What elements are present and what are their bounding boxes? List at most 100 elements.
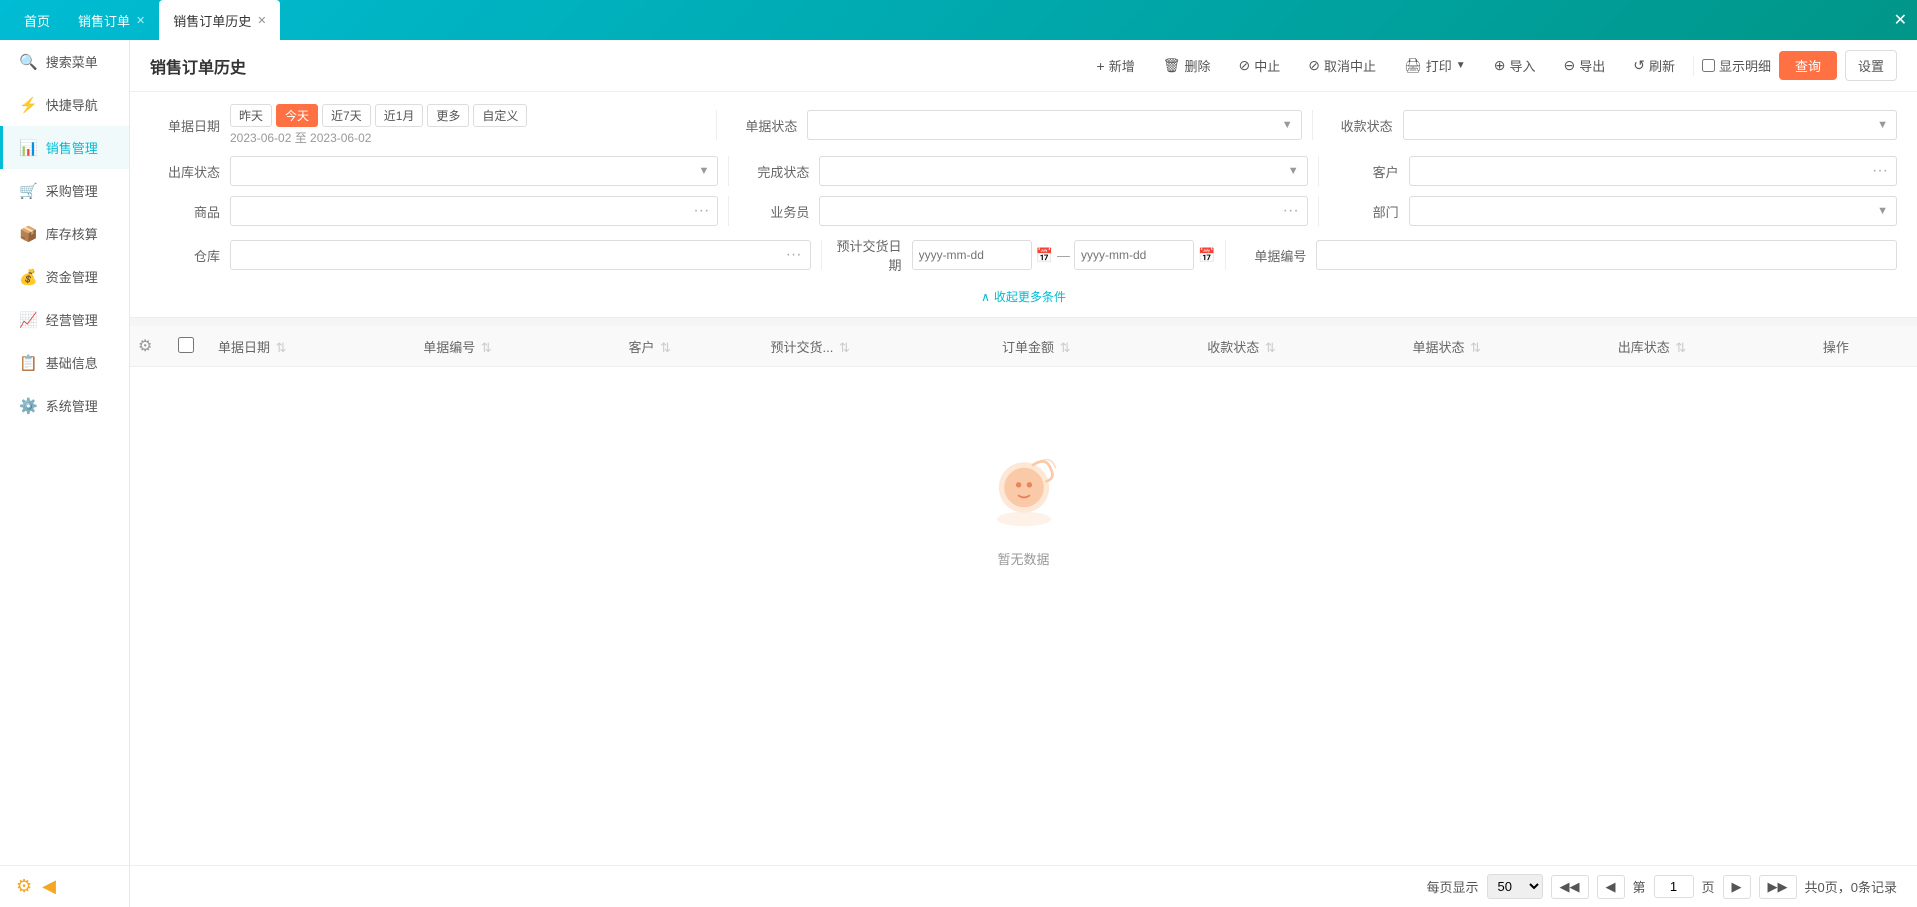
calendar-to-icon[interactable]: 📅 (1198, 247, 1215, 264)
import-icon: ⊕ (1494, 57, 1506, 74)
warehouse-dots-icon[interactable]: ··· (786, 246, 802, 264)
customer-label: 客户 (1329, 162, 1399, 181)
empty-state: 暂无数据 (130, 367, 1917, 648)
payment-status-select[interactable]: ▼ (1403, 110, 1897, 140)
date-btn-7days[interactable]: 近7天 (322, 104, 371, 127)
goods-label: 商品 (150, 202, 220, 221)
out-status-select[interactable]: ▼ (230, 156, 718, 186)
out-status-arrow-icon: ▼ (698, 165, 709, 177)
collapse-btn[interactable]: ∧ 收起更多条件 (150, 284, 1897, 305)
col-amount[interactable]: 订单金额 ⇅ (994, 326, 1199, 367)
cancel-stop-button[interactable]: ⊘ 取消中止 (1298, 51, 1386, 80)
last-page-btn[interactable]: ▶▶ (1759, 875, 1797, 899)
delete-button[interactable]: 🗑 删除 (1153, 51, 1221, 80)
settings-button[interactable]: 设置 (1845, 50, 1897, 81)
goods-dots-icon[interactable]: ··· (693, 202, 709, 220)
expected-date-to[interactable] (1074, 240, 1194, 270)
customer-dots-icon[interactable]: ··· (1872, 162, 1888, 180)
sort-out-status-icon: ⇅ (1675, 340, 1686, 355)
stop-button[interactable]: ⊘ 中止 (1229, 51, 1291, 80)
salesperson-dots-icon[interactable]: ··· (1283, 202, 1299, 220)
col-date[interactable]: 单据日期 ⇅ (210, 326, 415, 367)
display-detail-checkbox[interactable] (1702, 59, 1715, 72)
close-sales-order-tab[interactable]: ✕ (136, 14, 145, 27)
bill-number-input[interactable] (1316, 240, 1897, 270)
next-page-btn[interactable]: ▶ (1723, 875, 1751, 899)
prev-page-btn[interactable]: ◀ (1597, 875, 1625, 899)
date-btn-custom[interactable]: 自定义 (473, 104, 527, 127)
out-status-label: 出库状态 (150, 162, 220, 181)
payment-status-label: 收款状态 (1323, 116, 1393, 135)
warehouse-select[interactable]: ··· (230, 240, 811, 270)
calendar-from-icon[interactable]: 📅 (1036, 247, 1053, 264)
print-icon: 🖨 (1404, 57, 1422, 74)
date-btn-yesterday[interactable]: 昨天 (230, 104, 272, 127)
sidebar-settings-icon[interactable]: ⚙ (16, 876, 32, 897)
customer-select[interactable]: ··· (1409, 156, 1897, 186)
expected-date-from[interactable] (912, 240, 1032, 270)
display-detail-checkbox-wrap[interactable]: 显示明细 (1702, 56, 1771, 75)
sidebar-item-inventory[interactable]: 📦 库存核算 (0, 212, 129, 255)
complete-status-label: 完成状态 (739, 162, 809, 181)
sidebar-item-finance[interactable]: 💰 资金管理 (0, 255, 129, 298)
date-filter-control: 昨天 今天 近7天 近1月 更多 自定义 2023-06-02 至 2023-0… (230, 104, 706, 146)
per-page-select[interactable]: 50 10 20 100 (1487, 874, 1543, 899)
complete-status-select[interactable]: ▼ (819, 156, 1307, 186)
payment-status-arrow-icon: ▼ (1877, 119, 1888, 131)
goods-select[interactable]: ··· (230, 196, 718, 226)
table-area: ⚙ 单据日期 ⇅ 单据编号 ⇅ (130, 326, 1917, 865)
sidebar-item-sales-mgmt[interactable]: 📊 销售管理 (0, 126, 129, 169)
sidebar-item-sys-mgmt[interactable]: ⚙️ 系统管理 (0, 384, 129, 427)
col-operation: 操作 (1815, 326, 1917, 367)
date-btn-today[interactable]: 今天 (276, 104, 318, 127)
page-number-input[interactable]: 1 (1654, 875, 1694, 898)
table-settings-button[interactable]: ⚙ (138, 336, 152, 356)
export-button[interactable]: ⊖ 导出 (1553, 51, 1615, 80)
divider-2 (1312, 110, 1313, 140)
topbar-close-btn[interactable]: ✕ (1894, 10, 1907, 30)
department-label: 部门 (1329, 202, 1399, 221)
sidebar-item-purchase-mgmt[interactable]: 🛒 采购管理 (0, 169, 129, 212)
refresh-button[interactable]: ↺ 刷新 (1623, 51, 1685, 80)
main-layout: 🔍 搜索菜单 ⚡ 快捷导航 📊 销售管理 🛒 采购管理 📦 库存核算 💰 资金管… (0, 40, 1917, 907)
sort-amount-icon: ⇅ (1060, 340, 1071, 355)
first-page-btn[interactable]: ◀◀ (1551, 875, 1589, 899)
date-btn-1month[interactable]: 近1月 (375, 104, 424, 127)
toolbar: + 新增 🗑 删除 ⊘ 中止 ⊘ 取消中止 🖨 打印 (1087, 50, 1898, 81)
salesperson-select[interactable]: ··· (819, 196, 1307, 226)
tab-home[interactable]: 首页 (10, 0, 64, 40)
tab-sales-order[interactable]: 销售订单 ✕ (64, 0, 159, 40)
close-history-tab[interactable]: ✕ (257, 14, 266, 27)
sidebar-item-base-info[interactable]: 📋 基础信息 (0, 341, 129, 384)
toolbar-divider (1693, 56, 1694, 76)
total-records: 共0页，0条记录 (1805, 877, 1897, 896)
bill-number-label: 单据编号 (1236, 246, 1306, 265)
sidebar-item-operation[interactable]: 📈 经营管理 (0, 298, 129, 341)
sidebar-item-quick-nav[interactable]: ⚡ 快捷导航 (0, 83, 129, 126)
col-out-status[interactable]: 出库状态 ⇅ (1610, 326, 1815, 367)
base-info-icon: 📋 (19, 354, 38, 372)
department-select[interactable]: ▼ (1409, 196, 1897, 226)
print-button[interactable]: 🖨 打印 ▼ (1394, 51, 1476, 80)
sidebar-collapse-icon[interactable]: ◀ (42, 876, 56, 897)
col-expected-date[interactable]: 预计交货... ⇅ (763, 326, 995, 367)
col-number[interactable]: 单据编号 ⇅ (415, 326, 620, 367)
search-menu-icon: 🔍 (19, 53, 38, 71)
sidebar-item-search-menu[interactable]: 🔍 搜索菜单 (0, 40, 129, 83)
tab-sales-order-history[interactable]: 销售订单历史 ✕ (159, 0, 280, 40)
col-bill-status[interactable]: 单据状态 ⇅ (1404, 326, 1609, 367)
sort-number-icon: ⇅ (481, 340, 492, 355)
date-quick-btns: 昨天 今天 近7天 近1月 更多 自定义 (230, 104, 527, 127)
new-button[interactable]: + 新增 (1087, 51, 1145, 80)
col-customer[interactable]: 客户 ⇅ (620, 326, 762, 367)
sidebar-bottom: ⚙ ◀ (0, 865, 129, 907)
sort-payment-status-icon: ⇅ (1265, 340, 1276, 355)
bill-status-select[interactable]: ▼ (807, 110, 1301, 140)
query-button[interactable]: 查询 (1779, 51, 1837, 80)
import-button[interactable]: ⊕ 导入 (1484, 51, 1546, 80)
select-all-checkbox[interactable] (178, 337, 194, 353)
topbar-right: ✕ (1894, 10, 1907, 30)
col-payment-status[interactable]: 收款状态 ⇅ (1199, 326, 1404, 367)
empty-state-icon (979, 447, 1069, 537)
date-btn-more[interactable]: 更多 (427, 104, 469, 127)
